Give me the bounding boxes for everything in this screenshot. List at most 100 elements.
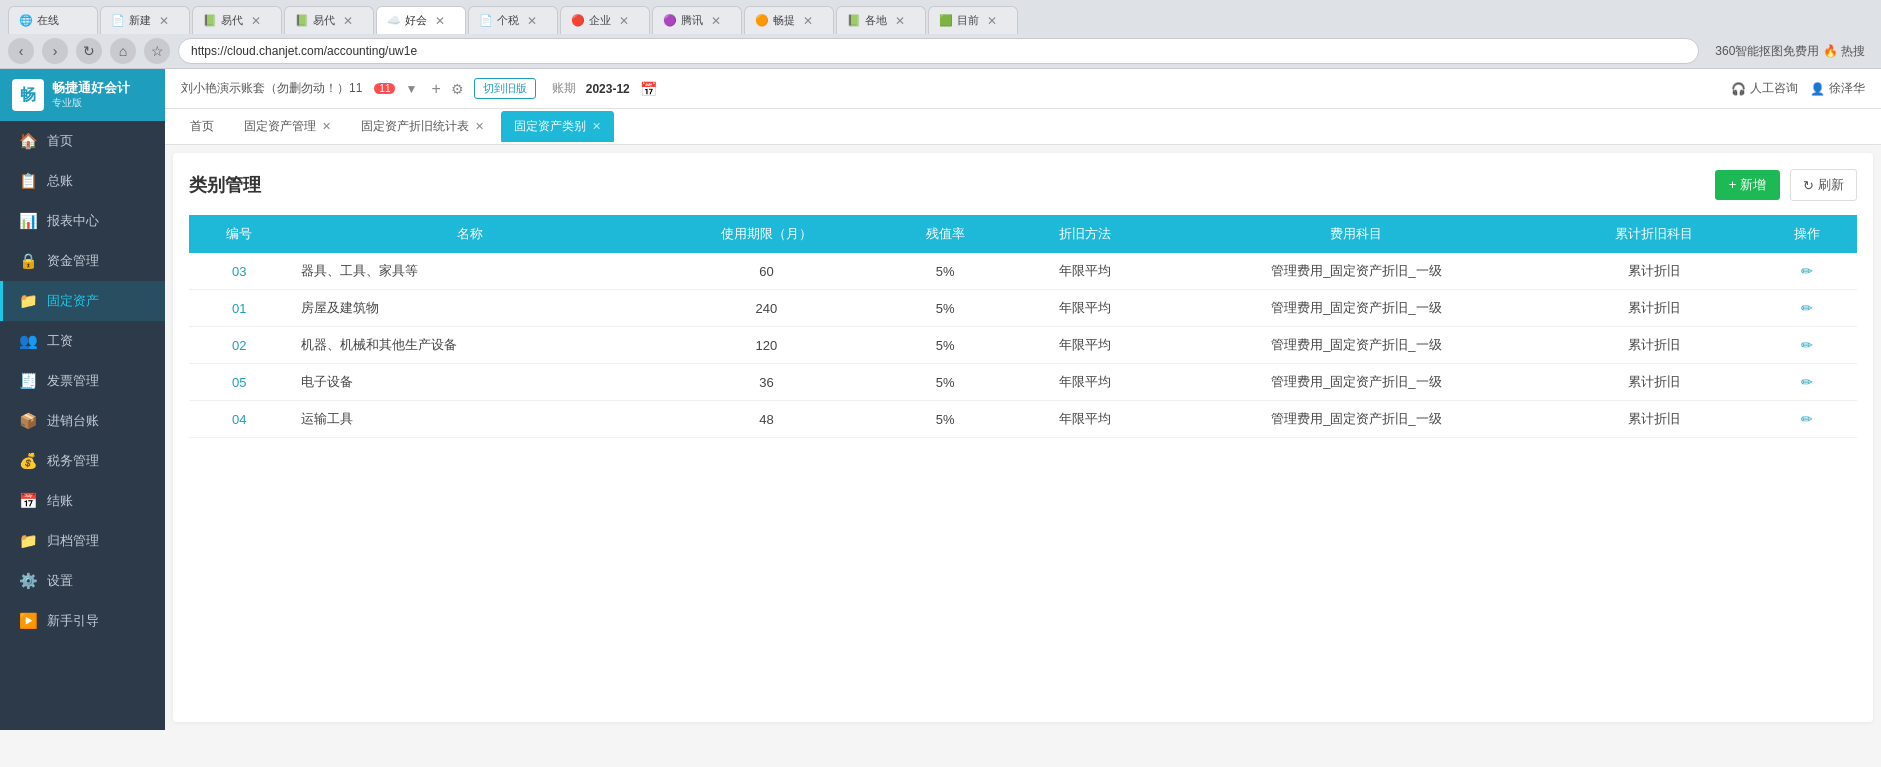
sidebar-label-assets: 固定资产: [47, 292, 99, 310]
cell-code-3[interactable]: 05: [189, 364, 289, 401]
cell-code-2[interactable]: 02: [189, 327, 289, 364]
sidebar-item-settings[interactable]: ⚙️ 设置: [0, 561, 165, 601]
consult-btn[interactable]: 🎧 人工咨询: [1731, 80, 1798, 97]
page-tab-assets-mgmt[interactable]: 固定资产管理 ✕: [231, 111, 344, 142]
browser-tab-4[interactable]: ☁️ 好会 ✕: [376, 6, 466, 34]
home-button[interactable]: ⌂: [110, 38, 136, 64]
tab-icon-6: 🔴: [571, 14, 585, 27]
sidebar-item-purchase-sale[interactable]: 📦 进销台账: [0, 401, 165, 441]
sidebar-item-salary[interactable]: 👥 工资: [0, 321, 165, 361]
sidebar-label-tax: 税务管理: [47, 452, 99, 470]
dropdown-arrow[interactable]: ▼: [405, 82, 417, 96]
sidebar-item-invoice[interactable]: 🧾 发票管理: [0, 361, 165, 401]
tab-close-4[interactable]: ✕: [435, 14, 445, 28]
browser-tab-10[interactable]: 🟩 目前 ✕: [928, 6, 1018, 34]
browser-tab-7[interactable]: 🟣 腾讯 ✕: [652, 6, 742, 34]
cell-code-1[interactable]: 01: [189, 290, 289, 327]
reload-button[interactable]: ↻: [76, 38, 102, 64]
back-button[interactable]: ‹: [8, 38, 34, 64]
sidebar-item-tax[interactable]: 💰 税务管理: [0, 441, 165, 481]
browser-tab-1[interactable]: 📄 新建 ✕: [100, 6, 190, 34]
edit-icon-2[interactable]: ✏: [1801, 337, 1813, 353]
cell-edit-1[interactable]: ✏: [1757, 290, 1857, 327]
cell-edit-2[interactable]: ✏: [1757, 327, 1857, 364]
browser-tab-0[interactable]: 🌐 在线: [8, 6, 98, 34]
guide-icon: ▶️: [19, 612, 37, 630]
search-bar-text[interactable]: 360智能抠图免费用 🔥 热搜: [1707, 43, 1873, 60]
tab-close-10[interactable]: ✕: [987, 14, 997, 28]
closing-icon: 📅: [19, 492, 37, 510]
page-tab-depreciation[interactable]: 固定资产折旧统计表 ✕: [348, 111, 497, 142]
sidebar-item-guide[interactable]: ▶️ 新手引导: [0, 601, 165, 641]
table-header-row: 编号 名称 使用期限（月） 残值率 折旧方法 费用科目 累计折旧科目 操作: [189, 215, 1857, 253]
table-row: 05 电子设备 36 5% 年限平均 管理费用_固定资产折旧_一级 累计折旧 ✏: [189, 364, 1857, 401]
page-tab-category[interactable]: 固定资产类别 ✕: [501, 111, 614, 142]
purchase-icon: 📦: [19, 412, 37, 430]
address-input[interactable]: https://cloud.chanjet.com/accounting/uw1…: [178, 38, 1699, 64]
cell-accum-4: 累计折旧: [1552, 401, 1757, 438]
cell-edit-4[interactable]: ✏: [1757, 401, 1857, 438]
forward-button[interactable]: ›: [42, 38, 68, 64]
cell-method-2: 年限平均: [1008, 327, 1161, 364]
sidebar-item-ledger[interactable]: 📋 总账: [0, 161, 165, 201]
cell-method-4: 年限平均: [1008, 401, 1161, 438]
cell-subject-0: 管理费用_固定资产折旧_一级: [1161, 253, 1552, 290]
browser-tab-2[interactable]: 📗 易代 ✕: [192, 6, 282, 34]
tab-icon-9: 📗: [847, 14, 861, 27]
switch-version-btn[interactable]: 切到旧版: [474, 78, 536, 99]
sidebar-item-closing[interactable]: 📅 结账: [0, 481, 165, 521]
cell-rate-1: 5%: [882, 290, 1009, 327]
headset-icon: 🎧: [1731, 82, 1746, 96]
tab-close-6[interactable]: ✕: [619, 14, 629, 28]
header-username[interactable]: 👤 徐泽华: [1810, 80, 1865, 97]
cell-name-0: 器具、工具、家具等: [289, 253, 651, 290]
sidebar-item-reports[interactable]: 📊 报表中心: [0, 201, 165, 241]
cell-edit-0[interactable]: ✏: [1757, 253, 1857, 290]
calendar-icon[interactable]: 📅: [640, 81, 657, 97]
col-name: 名称: [289, 215, 651, 253]
edit-icon-4[interactable]: ✏: [1801, 411, 1813, 427]
sidebar-nav: 🏠 首页 📋 总账 📊 报表中心 🔒 资金管理 📁 固定资产 👥 工资: [0, 121, 165, 730]
sidebar-item-home[interactable]: 🏠 首页: [0, 121, 165, 161]
browser-tab-9[interactable]: 📗 各地 ✕: [836, 6, 926, 34]
page-tab-depreciation-label: 固定资产折旧统计表: [361, 118, 469, 135]
browser-tab-5[interactable]: 📄 个税 ✕: [468, 6, 558, 34]
edit-icon-1[interactable]: ✏: [1801, 300, 1813, 316]
col-method: 折旧方法: [1008, 215, 1161, 253]
page-tab-assets-mgmt-close[interactable]: ✕: [322, 120, 331, 133]
cell-code-4[interactable]: 04: [189, 401, 289, 438]
col-subject: 费用科目: [1161, 215, 1552, 253]
add-tab-btn[interactable]: +: [431, 80, 440, 98]
cell-code-0[interactable]: 03: [189, 253, 289, 290]
tab-close-8[interactable]: ✕: [803, 14, 813, 28]
sidebar-label-purchase: 进销台账: [47, 412, 99, 430]
cell-edit-3[interactable]: ✏: [1757, 364, 1857, 401]
tab-close-5[interactable]: ✕: [527, 14, 537, 28]
tab-close-3[interactable]: ✕: [343, 14, 353, 28]
edit-icon-3[interactable]: ✏: [1801, 374, 1813, 390]
settings-gear-icon[interactable]: ⚙: [451, 81, 464, 97]
refresh-btn[interactable]: ↻ 刷新: [1790, 169, 1857, 201]
browser-tab-8[interactable]: 🟠 畅提 ✕: [744, 6, 834, 34]
cell-accum-3: 累计折旧: [1552, 364, 1757, 401]
bookmark-button[interactable]: ☆: [144, 38, 170, 64]
browser-tab-3[interactable]: 📗 易代 ✕: [284, 6, 374, 34]
sidebar-item-funds[interactable]: 🔒 资金管理: [0, 241, 165, 281]
tab-close-7[interactable]: ✕: [711, 14, 721, 28]
sidebar-item-archive[interactable]: 📁 归档管理: [0, 521, 165, 561]
edit-icon-0[interactable]: ✏: [1801, 263, 1813, 279]
page-tab-home[interactable]: 首页: [177, 111, 227, 142]
tab-close-1[interactable]: ✕: [159, 14, 169, 28]
tab-close-2[interactable]: ✕: [251, 14, 261, 28]
page-tab-home-label: 首页: [190, 118, 214, 135]
page-tab-depreciation-close[interactable]: ✕: [475, 120, 484, 133]
tab-label-1: 新建: [129, 13, 151, 28]
sidebar-item-fixed-assets[interactable]: 📁 固定资产: [0, 281, 165, 321]
page-tab-category-close[interactable]: ✕: [592, 120, 601, 133]
browser-tab-6[interactable]: 🔴 企业 ✕: [560, 6, 650, 34]
tab-label-7: 腾讯: [681, 13, 703, 28]
tab-close-9[interactable]: ✕: [895, 14, 905, 28]
tab-label-6: 企业: [589, 13, 611, 28]
add-btn[interactable]: + 新增: [1715, 170, 1780, 200]
col-actions: 操作: [1757, 215, 1857, 253]
